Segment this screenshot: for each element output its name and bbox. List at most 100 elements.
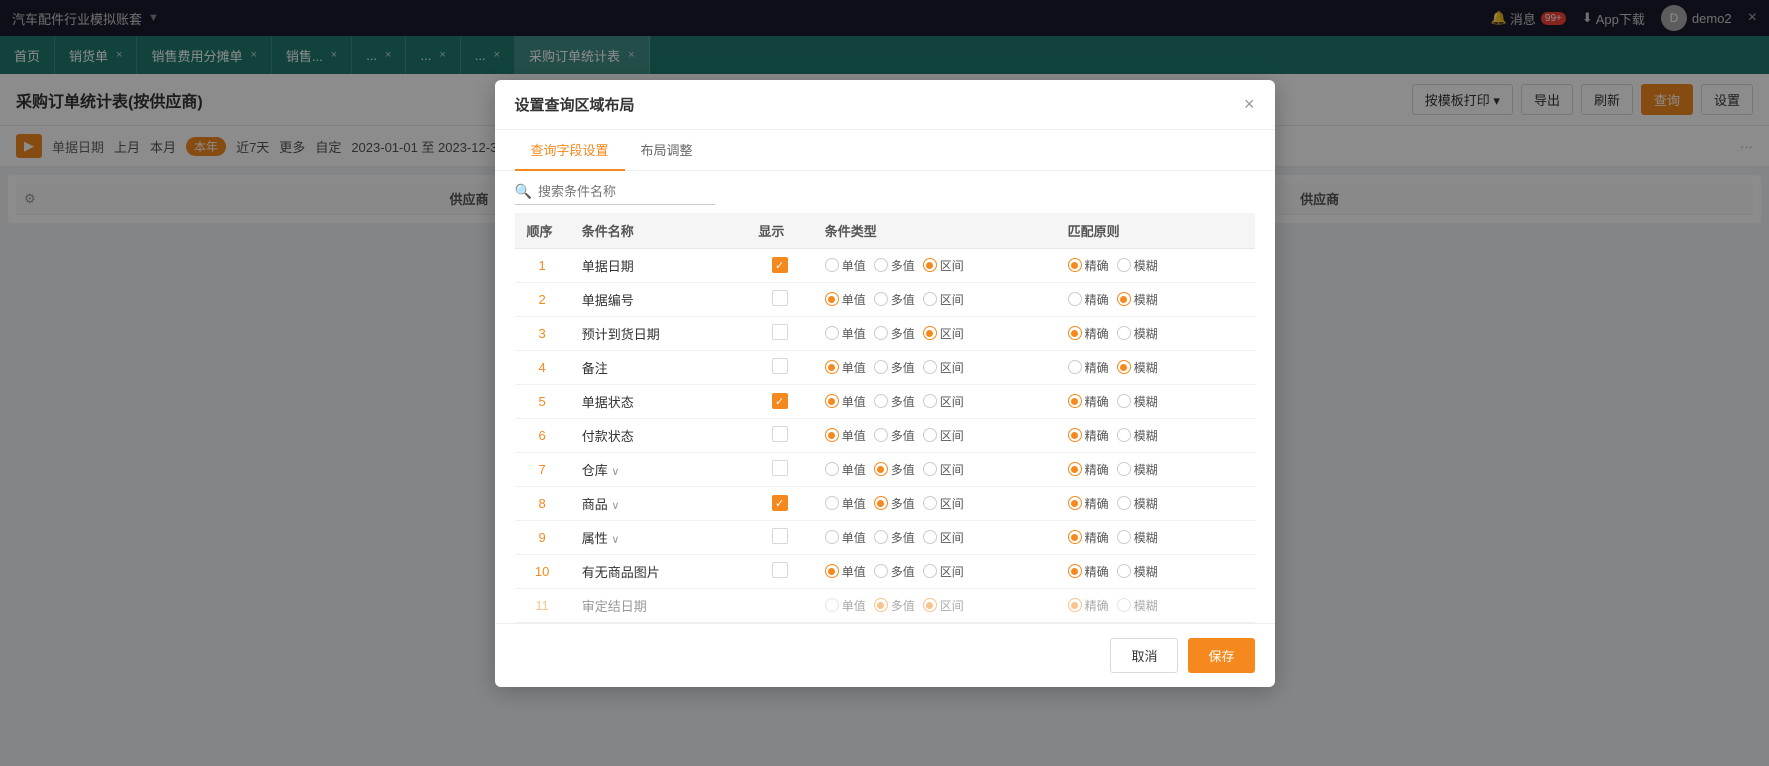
radio-dot-type_range: [923, 462, 937, 476]
cell-display: [746, 316, 812, 350]
radio-dot-type_single: [825, 292, 839, 306]
display-checkbox[interactable]: [772, 426, 788, 442]
rule-radio-rule_exact[interactable]: 精确: [1068, 495, 1109, 512]
radio-dot-type_range: [923, 598, 937, 612]
rule-radio-rule_exact[interactable]: 精确: [1068, 291, 1109, 308]
type-radio-type_single[interactable]: 单值: [825, 393, 866, 410]
radio-dot-type_multi: [874, 326, 888, 340]
type-radio-type_range[interactable]: 区间: [923, 325, 964, 342]
display-checkbox[interactable]: [772, 528, 788, 544]
rule-radio-rule_fuzzy[interactable]: 模糊: [1117, 325, 1158, 342]
rule-radio-rule_exact[interactable]: 精确: [1068, 257, 1109, 274]
radio-dot-type_multi: [874, 258, 888, 272]
display-checkbox[interactable]: [772, 358, 788, 374]
cell-rule: 精确模糊: [1056, 520, 1255, 554]
radio-dot-type_range: [923, 258, 937, 272]
rule-radio-rule_fuzzy[interactable]: 模糊: [1117, 461, 1158, 478]
radio-dot-type_range: [923, 530, 937, 544]
rule-radio-rule_fuzzy[interactable]: 模糊: [1117, 359, 1158, 376]
modal-close-btn[interactable]: ×: [1244, 94, 1255, 115]
search-input[interactable]: [538, 184, 698, 199]
radio-dot-rule_fuzzy: [1117, 428, 1131, 442]
cell-rule: 精确模糊: [1056, 418, 1255, 452]
type-radio-type_range[interactable]: 区间: [923, 291, 964, 308]
cancel-btn[interactable]: 取消: [1110, 638, 1178, 673]
type-radio-type_single[interactable]: 单值: [825, 427, 866, 444]
type-radio-type_single[interactable]: 单值: [825, 291, 866, 308]
radio-dot-type_multi: [874, 462, 888, 476]
type-radio-type_multi[interactable]: 多值: [874, 393, 915, 410]
type-radio-type_range[interactable]: 区间: [923, 359, 964, 376]
rule-radio-rule_exact[interactable]: 精确: [1068, 427, 1109, 444]
type-radio-type_range[interactable]: 区间: [923, 563, 964, 580]
type-radio-type_single[interactable]: 单值: [825, 257, 866, 274]
type-radio-type_multi[interactable]: 多值: [874, 257, 915, 274]
type-radio-type_single[interactable]: 单值: [825, 461, 866, 478]
table-row: 3预计到货日期单值多值区间精确模糊: [515, 316, 1255, 350]
type-radio-type_multi[interactable]: 多值: [874, 291, 915, 308]
cell-rule: 精确模糊: [1056, 486, 1255, 520]
rule-radio-rule_exact[interactable]: 精确: [1068, 563, 1109, 580]
type-radio-type_single[interactable]: 单值: [825, 529, 866, 546]
type-radio-type_single[interactable]: 单值: [825, 495, 866, 512]
type-radio-type_range[interactable]: 区间: [923, 597, 964, 614]
radio-dot-rule_fuzzy: [1117, 462, 1131, 476]
display-checkbox[interactable]: [772, 495, 788, 511]
type-radio-type_range[interactable]: 区间: [923, 495, 964, 512]
radio-dot-type_single: [825, 462, 839, 476]
rule-radio-rule_fuzzy[interactable]: 模糊: [1117, 495, 1158, 512]
radio-dot-type_single: [825, 394, 839, 408]
type-radio-type_range[interactable]: 区间: [923, 461, 964, 478]
cell-display: [746, 384, 812, 418]
rule-radio-rule_fuzzy[interactable]: 模糊: [1117, 393, 1158, 410]
save-btn[interactable]: 保存: [1188, 638, 1254, 673]
radio-dot-type_single: [825, 258, 839, 272]
rule-radio-rule_exact[interactable]: 精确: [1068, 359, 1109, 376]
type-radio-type_single[interactable]: 单值: [825, 563, 866, 580]
rule-radio-rule_exact[interactable]: 精确: [1068, 461, 1109, 478]
rule-radio-rule_fuzzy[interactable]: 模糊: [1117, 597, 1158, 614]
type-radio-type_multi[interactable]: 多值: [874, 597, 915, 614]
rule-radio-rule_exact[interactable]: 精确: [1068, 529, 1109, 546]
cell-type: 单值多值区间: [813, 588, 1056, 622]
rule-radio-rule_exact[interactable]: 精确: [1068, 393, 1109, 410]
rule-radio-rule_fuzzy[interactable]: 模糊: [1117, 427, 1158, 444]
display-checkbox[interactable]: [772, 324, 788, 340]
type-radio-type_range[interactable]: 区间: [923, 427, 964, 444]
type-radio-type_multi[interactable]: 多值: [874, 325, 915, 342]
cell-display: [746, 418, 812, 452]
cell-name: 单据编号: [570, 282, 747, 316]
display-checkbox[interactable]: [772, 562, 788, 578]
display-checkbox[interactable]: [772, 460, 788, 476]
type-radio-type_multi[interactable]: 多值: [874, 529, 915, 546]
type-radio-type_range[interactable]: 区间: [923, 257, 964, 274]
type-radio-type_multi[interactable]: 多值: [874, 427, 915, 444]
cell-type: 单值多值区间: [813, 350, 1056, 384]
table-row: 10有无商品图片单值多值区间精确模糊: [515, 554, 1255, 588]
rule-radio-rule_fuzzy[interactable]: 模糊: [1117, 563, 1158, 580]
type-radio-type_single[interactable]: 单值: [825, 359, 866, 376]
type-radio-type_multi[interactable]: 多值: [874, 563, 915, 580]
radio-dot-type_multi: [874, 564, 888, 578]
type-radio-type_multi[interactable]: 多值: [874, 359, 915, 376]
type-radio-type_range[interactable]: 区间: [923, 529, 964, 546]
display-checkbox[interactable]: [772, 290, 788, 306]
type-radio-type_single[interactable]: 单值: [825, 325, 866, 342]
cell-order: 11: [515, 588, 570, 622]
rule-radio-rule_fuzzy[interactable]: 模糊: [1117, 291, 1158, 308]
type-radio-type_single[interactable]: 单值: [825, 597, 866, 614]
cell-order: 5: [515, 384, 570, 418]
cell-name: 备注: [570, 350, 747, 384]
type-radio-type_multi[interactable]: 多值: [874, 495, 915, 512]
type-radio-type_multi[interactable]: 多值: [874, 461, 915, 478]
type-radio-type_range[interactable]: 区间: [923, 393, 964, 410]
rule-radio-rule_fuzzy[interactable]: 模糊: [1117, 529, 1158, 546]
rule-radio-rule_exact[interactable]: 精确: [1068, 597, 1109, 614]
display-checkbox[interactable]: [772, 257, 788, 273]
modal-tab-query-fields[interactable]: 查询字段设置: [515, 130, 625, 171]
modal-tab-layout-adjust[interactable]: 布局调整: [625, 130, 709, 171]
table-row: 6付款状态单值多值区间精确模糊: [515, 418, 1255, 452]
display-checkbox[interactable]: [772, 393, 788, 409]
rule-radio-rule_fuzzy[interactable]: 模糊: [1117, 257, 1158, 274]
rule-radio-rule_exact[interactable]: 精确: [1068, 325, 1109, 342]
